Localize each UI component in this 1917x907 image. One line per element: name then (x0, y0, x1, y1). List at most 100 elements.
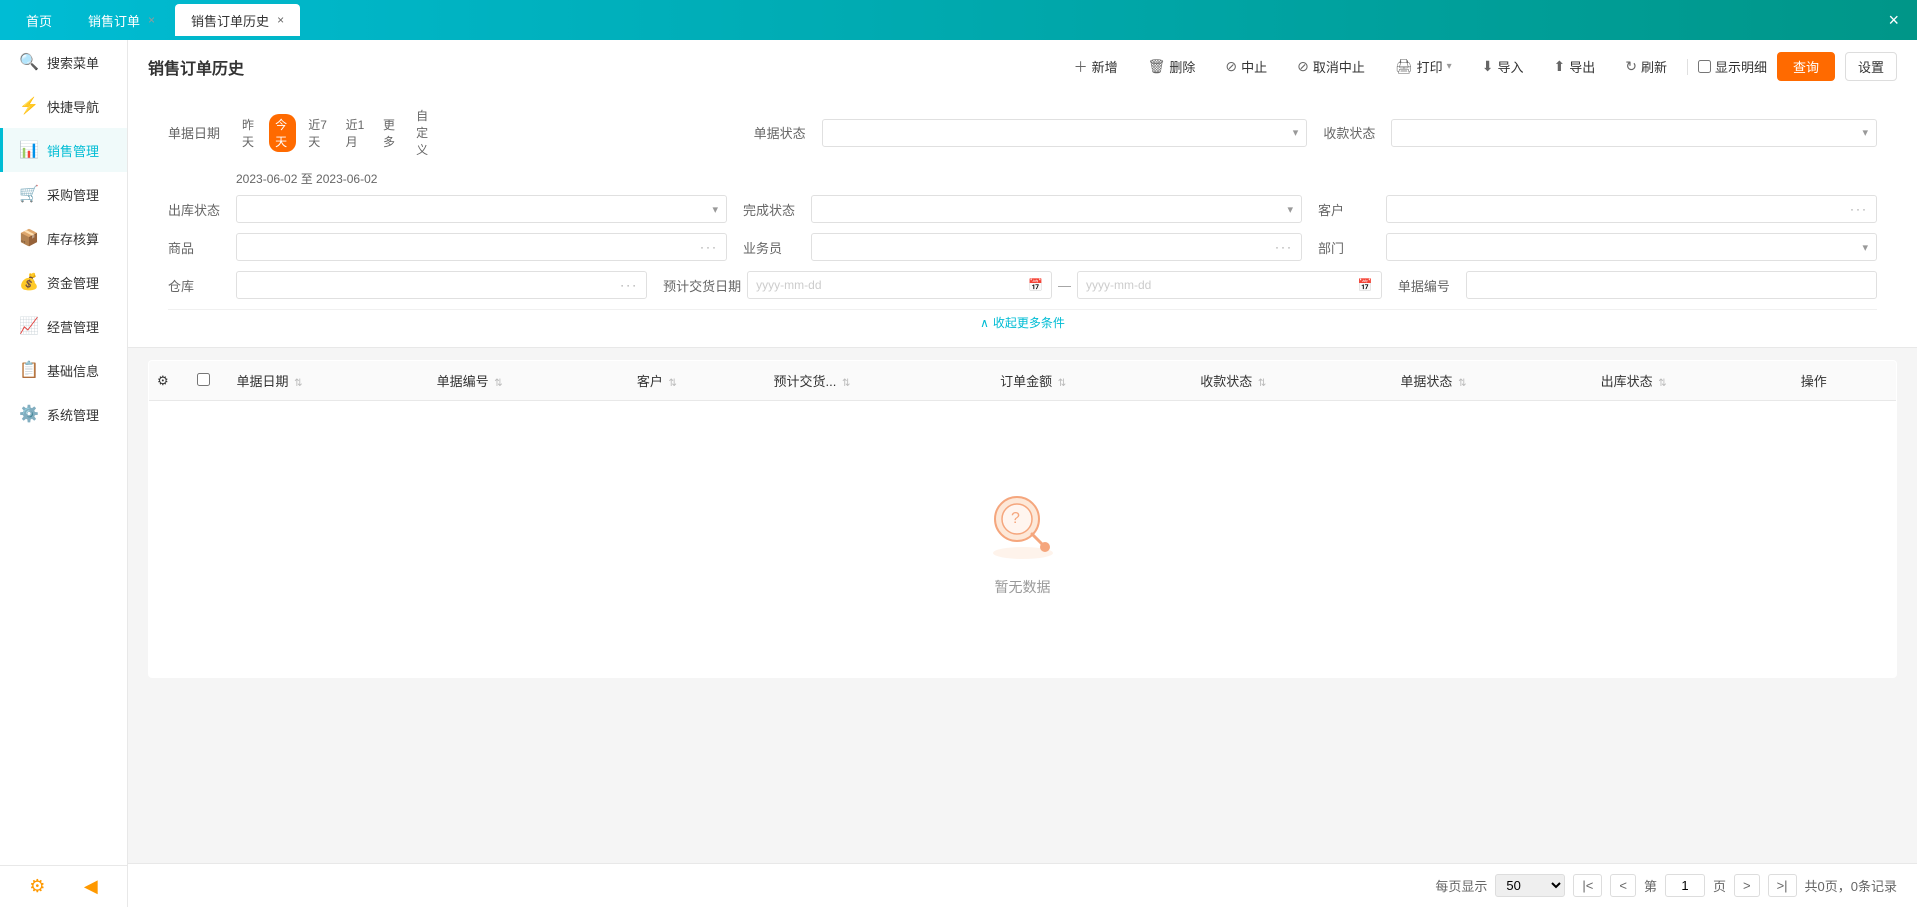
customer-label: 客户 (1318, 200, 1378, 219)
customer-input[interactable]: ··· (1386, 195, 1877, 223)
stop-icon: ⊘ (1225, 58, 1237, 75)
calendar-to-icon: 📅 (1358, 278, 1373, 292)
th-payment-sort-icon: ⇅ (1258, 378, 1266, 389)
date-opt-today[interactable]: 今天 (269, 114, 296, 152)
sidebar-item-base-label: 基础信息 (47, 361, 99, 380)
salesperson-label: 业务员 (743, 238, 803, 257)
sidebar-item-sales[interactable]: 📊 销售管理 (0, 128, 127, 172)
sidebar-item-quick-nav[interactable]: ⚡ 快捷导航 (0, 84, 127, 128)
page-number-input[interactable] (1665, 874, 1705, 897)
doc-number-input[interactable] (1466, 271, 1877, 299)
sidebar-item-operations[interactable]: 📈 经营管理 (0, 304, 127, 348)
top-bar: 首页 销售订单 × 销售订单历史 × × (0, 0, 1917, 40)
refresh-button[interactable]: ↻ 刷新 (1615, 53, 1677, 80)
complete-status-dropdown[interactable]: ▾ (811, 195, 1302, 223)
tab-sales-order[interactable]: 销售订单 × (72, 4, 171, 36)
page-prev-button[interactable]: < (1610, 874, 1636, 897)
print-label: 打印 (1417, 57, 1443, 76)
delivery-to-placeholder: yyyy-mm-dd (1086, 278, 1151, 292)
warehouse-status-dropdown[interactable]: ▾ (236, 195, 727, 223)
delivery-from-placeholder: yyyy-mm-dd (756, 278, 821, 292)
sidebar-item-search-label: 搜索菜单 (47, 53, 99, 72)
filter-row-4: 仓库 ··· 预计交货日期 yyyy-mm-dd 📅 — (168, 271, 1877, 299)
date-opt-1month[interactable]: 近1月 (340, 114, 371, 152)
th-doc-status[interactable]: 单据状态 ⇅ (1392, 361, 1592, 401)
page-first-button[interactable]: |< (1573, 874, 1602, 897)
doc-number-label: 单据编号 (1398, 276, 1458, 295)
import-button[interactable]: ⬇ 导入 (1472, 53, 1534, 80)
sidebar-item-search[interactable]: 🔍 搜索菜单 (0, 40, 127, 84)
th-delivery[interactable]: 预计交货... ⇅ (766, 361, 993, 401)
department-dropdown[interactable]: ▾ (1386, 233, 1877, 261)
display-detail-checkbox[interactable] (1698, 60, 1711, 73)
date-opt-custom[interactable]: 自定义 (410, 105, 445, 160)
tab-home[interactable]: 首页 (10, 4, 68, 36)
content-area: 销售订单历史 ＋ 新增 🗑 删除 ⊘ 中止 ⊘ (128, 40, 1917, 907)
sidebar-collapse-button[interactable]: ◀ (84, 876, 98, 897)
th-payment-status[interactable]: 收款状态 ⇅ (1192, 361, 1392, 401)
th-doc-status-label: 单据状态 (1400, 374, 1452, 389)
th-number[interactable]: 单据编号 ⇅ (429, 361, 629, 401)
table-body: ? 暂无数据 (149, 401, 1897, 678)
delivery-date-from[interactable]: yyyy-mm-dd 📅 (747, 271, 1052, 299)
date-filter-item: 单据日期 昨天 今天 近7天 近1月 更多 自定义 (168, 105, 445, 160)
print-button[interactable]: 🖨 打印 ▾ (1385, 53, 1462, 80)
th-customer[interactable]: 客户 ⇅ (629, 361, 766, 401)
complete-status-arrow-icon: ▾ (1287, 203, 1293, 216)
sidebar-item-inventory[interactable]: 📦 库存核算 (0, 216, 127, 260)
base-icon: 📋 (19, 360, 39, 380)
th-operations: 操作 (1793, 361, 1897, 401)
collapse-button[interactable]: ∧ 收起更多条件 (980, 314, 1065, 331)
purchase-icon: 🛒 (19, 184, 39, 204)
sidebar-settings-button[interactable]: ⚙ (29, 876, 45, 897)
export-button[interactable]: ⬆ 导出 (1543, 53, 1605, 80)
tab-sales-order-label: 销售订单 (88, 11, 140, 30)
stop-button[interactable]: ⊘ 中止 (1215, 53, 1277, 80)
setting-button[interactable]: 设置 (1845, 52, 1897, 81)
import-label: 导入 (1497, 57, 1523, 76)
th-amount-sort-icon: ⇅ (1058, 378, 1066, 389)
new-button[interactable]: ＋ 新增 (1064, 53, 1128, 81)
import-icon: ⬇ (1482, 58, 1494, 75)
tab-sales-order-close[interactable]: × (148, 13, 155, 27)
sidebar-item-finance-label: 资金管理 (47, 273, 99, 292)
tab-sales-order-history-close[interactable]: × (277, 13, 284, 27)
doc-status-dropdown[interactable]: ▾ (822, 119, 1308, 147)
page-current-label: 第 (1644, 876, 1657, 895)
page-size-select[interactable]: 10 20 50 100 (1495, 874, 1565, 897)
th-date[interactable]: 单据日期 ⇅ (229, 361, 429, 401)
query-button[interactable]: 查询 (1777, 52, 1835, 81)
th-settings[interactable]: ⚙ (149, 361, 189, 401)
sidebar-item-purchase[interactable]: 🛒 采购管理 (0, 172, 127, 216)
display-detail-checkbox-label[interactable]: 显示明细 (1698, 57, 1767, 76)
product-input[interactable]: ··· (236, 233, 727, 261)
date-opt-more[interactable]: 更多 (377, 114, 404, 152)
collapse-label: 收起更多条件 (993, 314, 1065, 331)
topbar-close-button[interactable]: × (1880, 10, 1907, 31)
calendar-from-icon: 📅 (1028, 278, 1043, 292)
collapse-row: ∧ 收起更多条件 (168, 309, 1877, 335)
operations-icon: 📈 (19, 316, 39, 336)
th-warehouse-status[interactable]: 出库状态 ⇅ (1593, 361, 1793, 401)
export-icon: ⬆ (1553, 58, 1565, 75)
empty-state-cell: ? 暂无数据 (149, 401, 1897, 678)
sidebar-item-base[interactable]: 📋 基础信息 (0, 348, 127, 392)
warehouse-input[interactable]: ··· (236, 271, 647, 299)
delivery-date-to[interactable]: yyyy-mm-dd 📅 (1077, 271, 1382, 299)
select-all-checkbox[interactable] (197, 373, 210, 386)
page-last-button[interactable]: >| (1768, 874, 1797, 897)
tab-sales-order-history[interactable]: 销售订单历史 × (175, 4, 300, 36)
delete-button[interactable]: 🗑 删除 (1138, 53, 1206, 80)
th-check[interactable] (189, 361, 229, 401)
date-opt-yesterday[interactable]: 昨天 (236, 114, 263, 152)
page-next-button[interactable]: > (1734, 874, 1760, 897)
th-amount[interactable]: 订单金额 ⇅ (992, 361, 1192, 401)
sidebar-item-system[interactable]: ⚙️ 系统管理 (0, 392, 127, 436)
sidebar-item-finance[interactable]: 💰 资金管理 (0, 260, 127, 304)
date-opt-7days[interactable]: 近7天 (302, 114, 333, 152)
tab-list: 首页 销售订单 × 销售订单历史 × (10, 4, 1880, 36)
payment-status-dropdown[interactable]: ▾ (1391, 119, 1877, 147)
salesperson-input[interactable]: ··· (811, 233, 1302, 261)
cancel-stop-label: 取消中止 (1313, 57, 1365, 76)
cancel-stop-button[interactable]: ⊘ 取消中止 (1287, 53, 1375, 80)
